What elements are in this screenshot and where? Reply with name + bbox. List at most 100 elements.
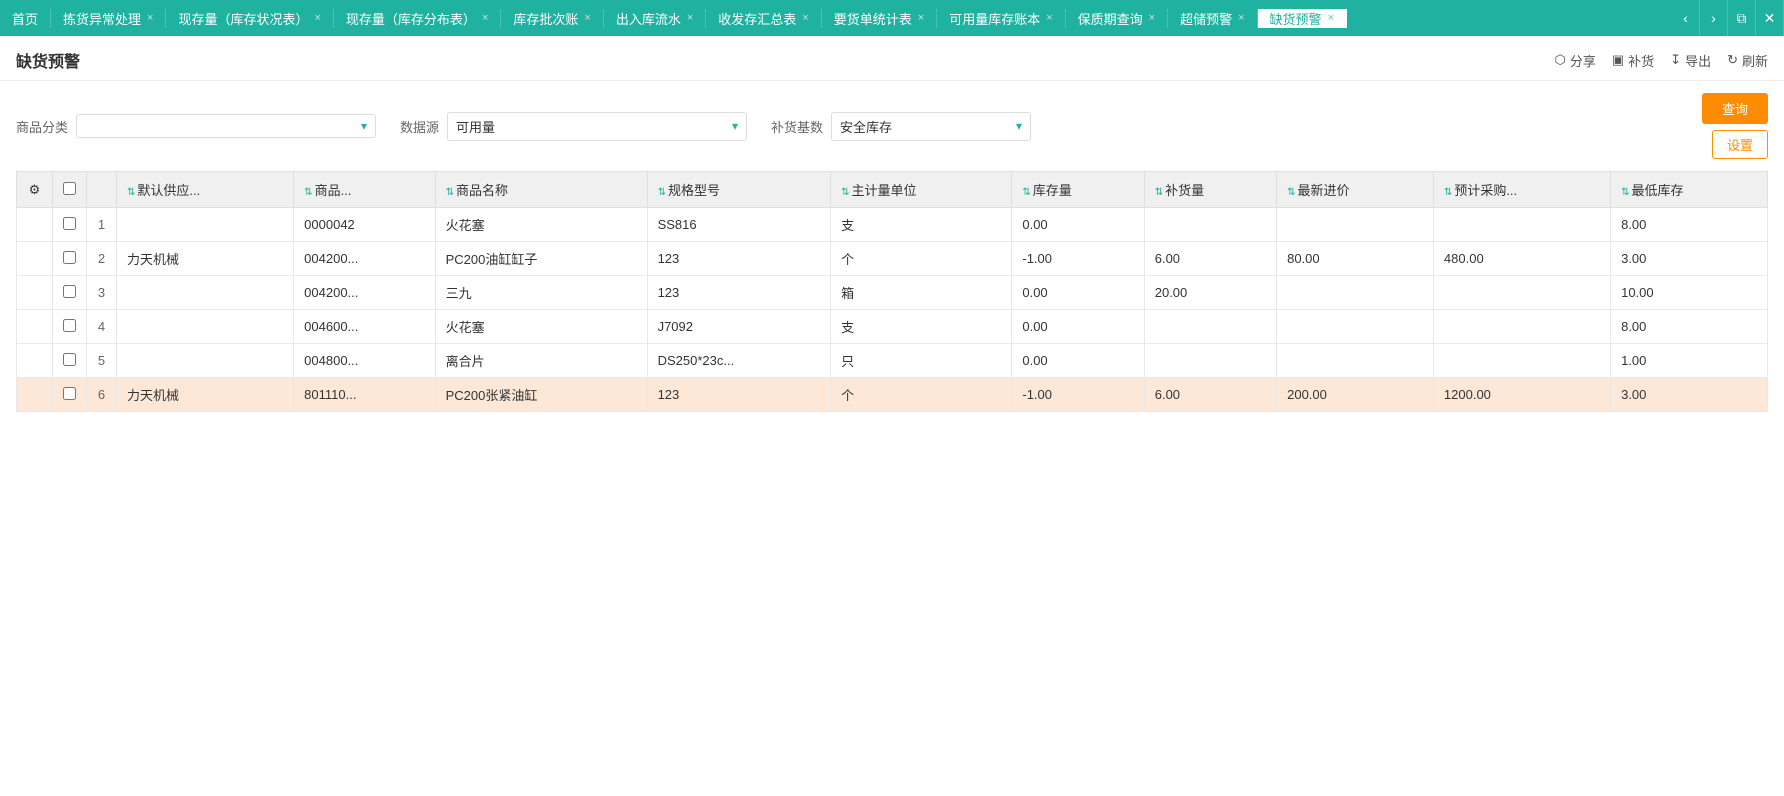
tab-close-inventory-status[interactable]: × — [314, 12, 320, 24]
spec-cell: DS250*23c... — [647, 344, 831, 378]
col-unit[interactable]: ⇅主计量单位 — [831, 172, 1012, 208]
row-checkbox[interactable] — [63, 285, 76, 298]
row-gear-cell — [17, 310, 53, 344]
tab-restore-btn[interactable]: ⧉ — [1728, 0, 1756, 36]
tab-item-inout-flow[interactable]: 出入库流水× — [604, 9, 706, 28]
min-stock-cell: 8.00 — [1611, 310, 1768, 344]
tab-nav-prev[interactable]: ‹ — [1672, 0, 1700, 36]
table-row: 5004800...离合片DS250*23c...只0.001.00 — [17, 344, 1768, 378]
col-checkbox — [53, 172, 87, 208]
tab-close-batch-account[interactable]: × — [584, 12, 590, 24]
tab-close-inventory-dist[interactable]: × — [482, 12, 488, 24]
tab-close-collect-summary[interactable]: × — [802, 12, 808, 24]
min-stock-cell: 1.00 — [1611, 344, 1768, 378]
row-checkbox[interactable] — [63, 251, 76, 264]
product-code-cell: 004800... — [294, 344, 435, 378]
stock-cell: -1.00 — [1012, 378, 1144, 412]
replenish-qty-cell: 6.00 — [1144, 378, 1276, 412]
replenish-qty-cell — [1144, 344, 1276, 378]
col-latest-price[interactable]: ⇅最新进价 — [1277, 172, 1434, 208]
tab-close-expiry-query[interactable]: × — [1149, 12, 1155, 24]
row-checkbox[interactable] — [63, 319, 76, 332]
query-button[interactable]: 查询 — [1702, 93, 1768, 124]
sort-stock-icon: ⇅ — [1022, 187, 1030, 198]
col-supplier[interactable]: ⇅默认供应... — [117, 172, 294, 208]
refresh-button[interactable]: ↻ 刷新 — [1727, 51, 1768, 70]
export-button[interactable]: ↧ 导出 — [1670, 51, 1711, 70]
unit-cell: 箱 — [831, 276, 1012, 310]
sort-est-icon: ⇅ — [1444, 187, 1452, 198]
datasource-chevron-icon: ▾ — [732, 119, 738, 133]
col-stock[interactable]: ⇅库存量 — [1012, 172, 1144, 208]
col-product-code[interactable]: ⇅商品... — [294, 172, 435, 208]
tab-item-batch-account[interactable]: 库存批次账× — [501, 9, 603, 28]
est-purchase-cell — [1433, 276, 1610, 310]
col-gear[interactable]: ⚙ — [17, 172, 53, 208]
spec-cell: J7092 — [647, 310, 831, 344]
select-all-checkbox[interactable] — [63, 182, 76, 195]
min-stock-cell: 8.00 — [1611, 208, 1768, 242]
row-number: 1 — [87, 208, 117, 242]
tab-close-inout-flow[interactable]: × — [687, 12, 693, 24]
page-header: 缺货预警 ⬡ 分享 ▣ 补货 ↧ 导出 ↻ 刷新 — [0, 36, 1784, 81]
col-product-name[interactable]: ⇅商品名称 — [435, 172, 647, 208]
row-checkbox[interactable] — [63, 353, 76, 366]
row-checkbox[interactable] — [63, 217, 76, 230]
share-label: 分享 — [1570, 51, 1596, 70]
row-checkbox[interactable] — [63, 387, 76, 400]
sort-name-icon: ⇅ — [446, 187, 454, 198]
datasource-label: 数据源 — [400, 117, 439, 136]
product-name-cell: 火花塞 — [435, 310, 647, 344]
category-select[interactable]: ▾ — [76, 114, 376, 138]
col-min-stock[interactable]: ⇅最低库存 — [1611, 172, 1768, 208]
est-purchase-cell — [1433, 208, 1610, 242]
latest-price-cell — [1277, 344, 1434, 378]
tab-close-abnormal[interactable]: × — [147, 12, 153, 24]
stock-cell: 0.00 — [1012, 310, 1144, 344]
tab-close-shortage[interactable]: × — [1328, 12, 1334, 24]
tab-item-expiry-query[interactable]: 保质期查询× — [1066, 9, 1168, 28]
settings-button[interactable]: 设置 — [1712, 130, 1768, 159]
tab-close-all-btn[interactable]: ✕ — [1756, 0, 1784, 36]
tab-close-overstock[interactable]: × — [1238, 12, 1244, 24]
tab-close-demand-stat[interactable]: × — [918, 12, 924, 24]
category-label: 商品分类 — [16, 117, 68, 136]
unit-cell: 支 — [831, 208, 1012, 242]
stock-cell: 0.00 — [1012, 344, 1144, 378]
sort-spec-icon: ⇅ — [658, 187, 666, 198]
replenish-base-filter-group: 补货基数 安全库存 ▾ — [771, 112, 1031, 141]
tab-item-shortage[interactable]: 缺货预警× — [1258, 9, 1347, 28]
datasource-select[interactable]: 可用量 ▾ — [447, 112, 747, 141]
supplier-cell — [117, 276, 294, 310]
latest-price-cell — [1277, 208, 1434, 242]
sort-price-icon: ⇅ — [1287, 187, 1295, 198]
tab-item-available-ledger[interactable]: 可用量库存账本× — [937, 9, 1065, 28]
spec-cell: 123 — [647, 242, 831, 276]
stock-cell: 0.00 — [1012, 208, 1144, 242]
spec-cell: SS816 — [647, 208, 831, 242]
col-replenish-qty[interactable]: ⇅补货量 — [1144, 172, 1276, 208]
main-content: 缺货预警 ⬡ 分享 ▣ 补货 ↧ 导出 ↻ 刷新 商品分类 — [0, 36, 1784, 796]
replenish-base-select-value: 安全库存 — [840, 117, 892, 136]
replenish-qty-cell: 20.00 — [1144, 276, 1276, 310]
tab-nav-next[interactable]: › — [1700, 0, 1728, 36]
tab-bar: 首页拣货异常处理×现存量（库存状况表）×现存量（库存分布表）×库存批次账×出入库… — [0, 0, 1784, 36]
spec-cell: 123 — [647, 276, 831, 310]
tab-item-inventory-status[interactable]: 现存量（库存状况表）× — [166, 9, 333, 28]
share-button[interactable]: ⬡ 分享 — [1554, 51, 1595, 70]
sort-unit-icon: ⇅ — [841, 187, 849, 198]
tab-item-home[interactable]: 首页 — [0, 9, 51, 28]
tab-close-available-ledger[interactable]: × — [1046, 12, 1052, 24]
product-code-cell: 0000042 — [294, 208, 435, 242]
replenish-button[interactable]: ▣ 补货 — [1612, 51, 1654, 70]
replenish-base-select[interactable]: 安全库存 ▾ — [831, 112, 1031, 141]
share-icon: ⬡ — [1554, 52, 1565, 68]
col-est-purchase[interactable]: ⇅预计采购... — [1433, 172, 1610, 208]
tab-item-overstock[interactable]: 超储预警× — [1168, 9, 1257, 28]
data-table: ⚙ ⇅默认供应... ⇅商品... ⇅商品名称 ⇅规格型号 — [16, 171, 1768, 412]
tab-item-inventory-dist[interactable]: 现存量（库存分布表）× — [334, 9, 501, 28]
tab-item-abnormal[interactable]: 拣货异常处理× — [51, 9, 166, 28]
tab-item-collect-summary[interactable]: 收发存汇总表× — [706, 9, 821, 28]
col-spec[interactable]: ⇅规格型号 — [647, 172, 831, 208]
tab-item-demand-stat[interactable]: 要货单统计表× — [822, 9, 937, 28]
